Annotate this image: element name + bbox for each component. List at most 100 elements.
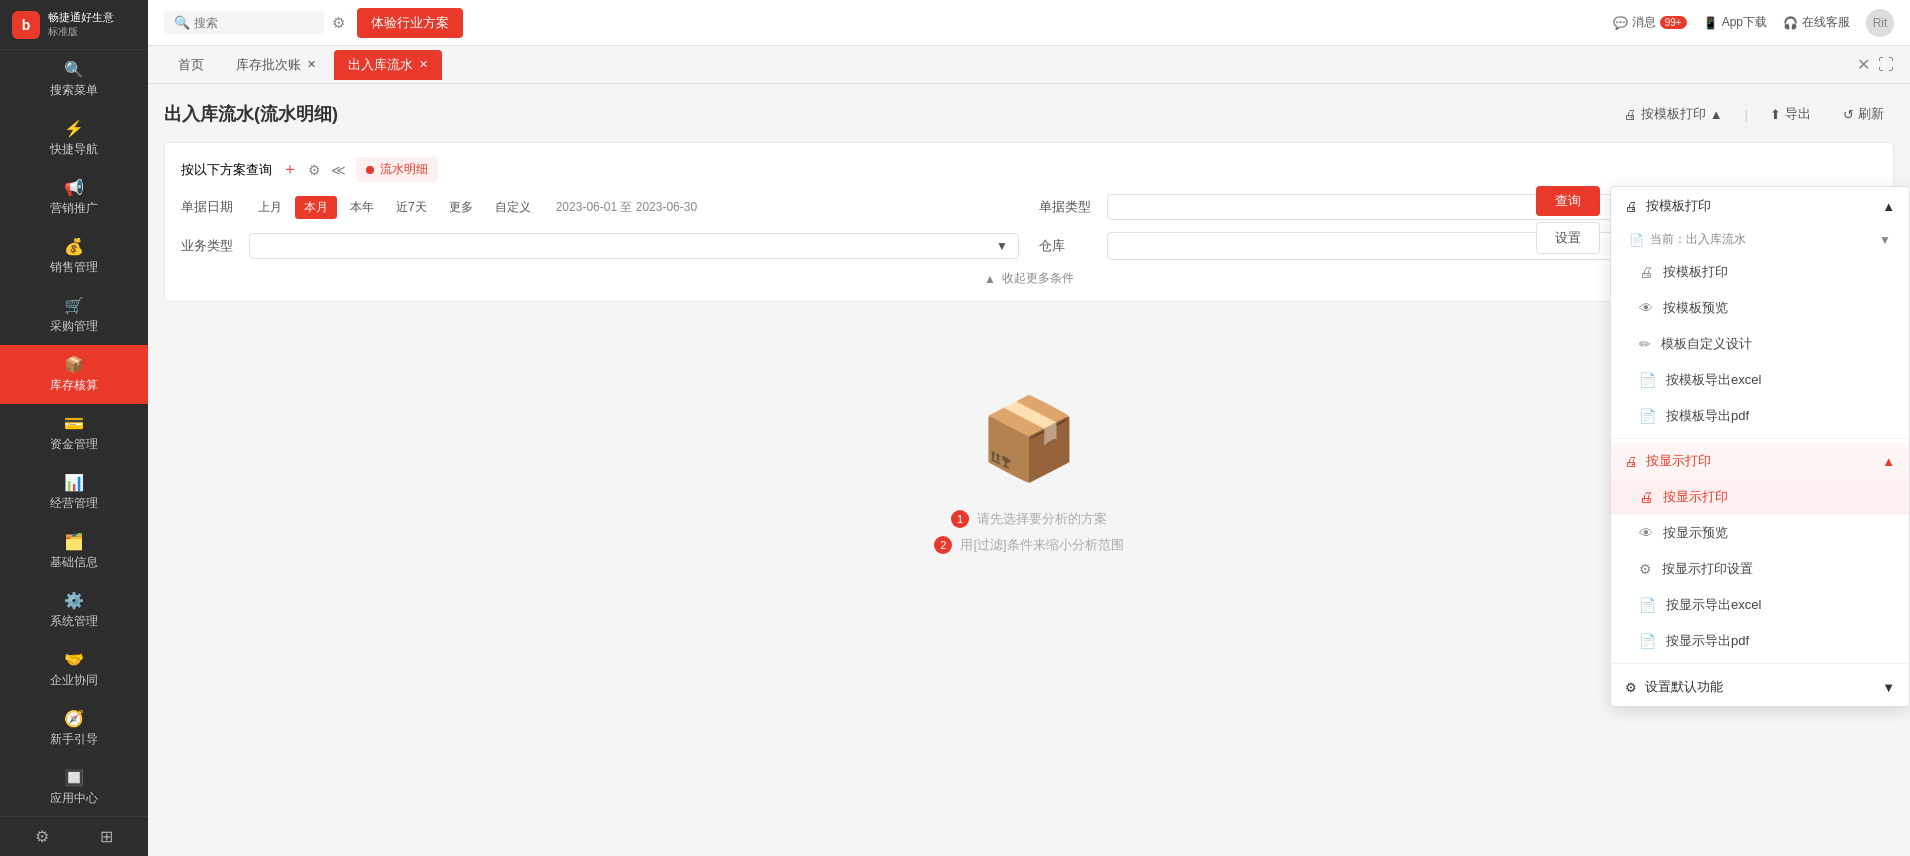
query-button[interactable]: 查询	[1536, 186, 1600, 216]
dp-item-按模板导出excel[interactable]: 📄按模板导出excel	[1611, 362, 1909, 398]
collapse-sidebar-icon[interactable]: ⊞	[100, 827, 113, 846]
warehouse-label: 仓库	[1039, 237, 1099, 255]
tabs-bar: 首页 库存批次账 ✕ 出入库流水 ✕ ✕ ⛶	[148, 46, 1910, 84]
tab-flow-close[interactable]: ✕	[419, 58, 428, 71]
nav-icon-app_center: 🔲	[64, 768, 84, 787]
nav-icon-operation: 📊	[64, 473, 84, 492]
settings-query-button[interactable]: 设置	[1536, 222, 1600, 254]
dp-item-按模板导出pdf[interactable]: 📄按模板导出pdf	[1611, 398, 1909, 434]
dp-display-item-icon: ⚙	[1639, 561, 1652, 577]
nav-label-inventory: 库存核算	[50, 377, 98, 394]
headset-icon: 🎧	[1783, 16, 1798, 30]
expand-window-icon[interactable]: ⛶	[1878, 56, 1894, 74]
tab-flow[interactable]: 出入库流水 ✕	[334, 50, 442, 80]
dp-item-icon: 👁	[1639, 300, 1653, 316]
dp-display-item-按显示预览[interactable]: 👁按显示预览	[1611, 515, 1909, 551]
sidebar-item-sales[interactable]: 💰销售管理	[0, 227, 148, 286]
sidebar-logo: b 畅捷通好生意 标准版	[0, 0, 148, 50]
date-btn-本年[interactable]: 本年	[341, 196, 383, 219]
nav-label-search: 搜索菜单	[50, 82, 98, 99]
nav-icon-basic: 🗂️	[64, 532, 84, 551]
sidebar-item-inventory[interactable]: 📦 库存核算	[0, 345, 148, 404]
filter-gear-icon[interactable]: ⚙	[308, 162, 321, 178]
sidebar-item-app_center[interactable]: 🔲 应用中心	[0, 758, 148, 816]
sidebar-item-system[interactable]: ⚙️系统管理	[0, 581, 148, 640]
sidebar-item-corp[interactable]: 🤝企业协同	[0, 640, 148, 699]
sidebar-item-operation[interactable]: 📊经营管理	[0, 463, 148, 522]
date-btn-上月[interactable]: 上月	[249, 196, 291, 219]
chevron-up-small-icon: ▲	[984, 272, 996, 286]
sidebar-item-finance[interactable]: 💳资金管理	[0, 404, 148, 463]
close-window-icon[interactable]: ✕	[1857, 55, 1870, 74]
dp-display-item-按显示导出excel[interactable]: 📄按显示导出excel	[1611, 587, 1909, 623]
tab-batch-label: 库存批次账	[236, 56, 301, 74]
nav-label-guide: 新手引导	[50, 731, 98, 748]
sidebar-bottom: ⚙ ⊞	[0, 816, 148, 856]
page-actions: 🖨 按模板打印 ▲ | ⬆ 导出 ↺ 刷新	[1614, 100, 1894, 128]
sidebar-item-basic[interactable]: 🗂️ 基础信息	[0, 522, 148, 581]
topbar-search-box[interactable]: 🔍	[164, 11, 324, 34]
dp-printer-icon: 🖨	[1625, 199, 1638, 214]
topbar-gear-icon[interactable]: ⚙	[332, 14, 345, 32]
step-1-num: 1	[951, 510, 969, 528]
empty-step-1: 1 请先选择要分析的方案	[951, 510, 1107, 528]
dp-current-icon: 📄	[1629, 233, 1644, 247]
print-template-button[interactable]: 🖨 按模板打印 ▲	[1614, 100, 1733, 128]
online-service-button[interactable]: 🎧 在线客服	[1783, 14, 1850, 31]
dp-display-item-按显示导出pdf[interactable]: 📄按显示导出pdf	[1611, 623, 1909, 659]
dp-display-item-icon: 📄	[1639, 633, 1656, 649]
dp-divider-2	[1611, 663, 1909, 664]
date-filter-group: 单据日期 上月本月本年近7天更多自定义 2023-06-01 至 2023-06…	[181, 196, 1019, 219]
biz-type-select[interactable]: ▼	[249, 233, 1019, 259]
dp-template-print-header[interactable]: 🖨 按模板打印 ▲	[1611, 187, 1909, 225]
date-btn-更多[interactable]: 更多	[440, 196, 482, 219]
trial-button[interactable]: 体验行业方案	[357, 8, 463, 38]
filter-add-button[interactable]: ＋	[282, 159, 298, 180]
nav-label-purchase: 采购管理	[50, 318, 98, 335]
sidebar-item-search[interactable]: 🔍搜索菜单	[0, 50, 148, 109]
sidebar-item-marketing[interactable]: 📢营销推广	[0, 168, 148, 227]
filter-collapse-icon[interactable]: ≪	[331, 162, 346, 178]
dp-display-print-header[interactable]: 🖨 按显示打印 ▲	[1611, 443, 1909, 479]
refresh-button[interactable]: ↺ 刷新	[1833, 100, 1894, 128]
dp-section2-items: 🖨按显示打印👁按显示预览⚙按显示打印设置📄按显示导出excel📄按显示导出pdf	[1611, 479, 1909, 659]
search-input[interactable]	[194, 16, 314, 30]
dp-item-按模板打印[interactable]: 🖨按模板打印	[1611, 254, 1909, 290]
dp-item-模板自定义设计[interactable]: ✏模板自定义设计	[1611, 326, 1909, 362]
sidebar-item-guide[interactable]: 🧭新手引导	[0, 699, 148, 758]
sidebar-item-shortcut[interactable]: ⚡快捷导航	[0, 109, 148, 168]
nav-icon-marketing: 📢	[64, 178, 84, 197]
topbar: 🔍 ⚙ 体验行业方案 💬 消息 99+ 📱 App下载 🎧 在线客服 Rit	[148, 0, 1910, 46]
nav-label-basic: 基础信息	[50, 554, 98, 571]
biz-type-label: 业务类型	[181, 237, 241, 255]
dp-settings-header[interactable]: ⚙ 设置默认功能 ▼	[1611, 668, 1909, 706]
filter-tag[interactable]: 流水明细	[356, 157, 438, 182]
user-avatar[interactable]: Rit	[1866, 9, 1894, 37]
date-btn-自定义[interactable]: 自定义	[486, 196, 540, 219]
filter-header-label: 按以下方案查询	[181, 161, 272, 179]
date-btn-近7天[interactable]: 近7天	[387, 196, 436, 219]
printer-icon: 🖨	[1624, 107, 1637, 122]
date-shortcuts: 上月本月本年近7天更多自定义	[249, 196, 540, 219]
settings-icon[interactable]: ⚙	[35, 827, 49, 846]
message-icon: 💬	[1613, 16, 1628, 30]
nav-icon-inventory: 📦	[64, 355, 84, 374]
dp-display-item-按显示打印[interactable]: 🖨按显示打印	[1611, 479, 1909, 515]
date-btn-本月[interactable]: 本月	[295, 196, 337, 219]
tab-batch-close[interactable]: ✕	[307, 58, 316, 71]
dp-display-item-icon: 👁	[1639, 525, 1653, 541]
nav-label-app_center: 应用中心	[50, 790, 98, 807]
tab-batch[interactable]: 库存批次账 ✕	[222, 50, 330, 80]
nav-label-corp: 企业协同	[50, 672, 98, 689]
message-button[interactable]: 💬 消息 99+	[1613, 14, 1687, 31]
nav-label-system: 系统管理	[50, 613, 98, 630]
tab-home[interactable]: 首页	[164, 50, 218, 80]
main-area: 🔍 ⚙ 体验行业方案 💬 消息 99+ 📱 App下载 🎧 在线客服 Rit	[148, 0, 1910, 856]
dp-display-item-按显示打印设置[interactable]: ⚙按显示打印设置	[1611, 551, 1909, 587]
dp-display-item-icon: 🖨	[1639, 489, 1653, 505]
nav-label-finance: 资金管理	[50, 436, 98, 453]
export-button[interactable]: ⬆ 导出	[1760, 100, 1821, 128]
dp-item-按模板预览[interactable]: 👁按模板预览	[1611, 290, 1909, 326]
sidebar-item-purchase[interactable]: 🛒采购管理	[0, 286, 148, 345]
app-download-button[interactable]: 📱 App下载	[1703, 14, 1767, 31]
